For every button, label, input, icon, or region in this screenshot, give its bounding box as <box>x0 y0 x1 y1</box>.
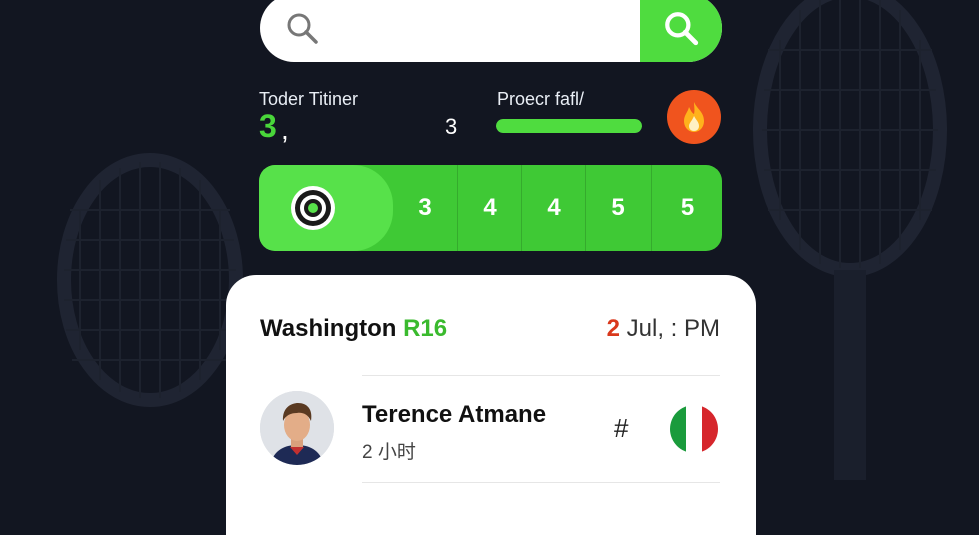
match-title: Washington R16 <box>260 315 447 343</box>
search-button[interactable] <box>640 0 722 62</box>
current-level-tab[interactable] <box>259 165 393 251</box>
stat-value-mid: 3 <box>445 114 458 139</box>
level-item[interactable]: 3 <box>393 165 457 251</box>
player-avatar-image <box>260 391 334 465</box>
player-seed: # <box>614 413 629 443</box>
level-selector: 3 4 4 5 5 <box>259 165 722 251</box>
stat-comma: , <box>281 114 289 145</box>
match-location: Washington <box>260 315 397 342</box>
search-icon <box>665 12 699 46</box>
level-item[interactable]: 4 <box>457 165 522 251</box>
level-item[interactable]: 5 <box>651 165 722 251</box>
avatar[interactable] <box>260 391 334 465</box>
match-card[interactable]: Washington R16 2 Jul, : PM Terence Atman… <box>226 275 756 535</box>
flame-icon <box>684 102 704 132</box>
player-subtitle: 2 小时 <box>362 442 416 463</box>
italy-flag-icon <box>670 405 718 453</box>
match-round: R16 <box>403 315 448 342</box>
progress-fill <box>496 119 642 133</box>
search-bar <box>260 0 722 62</box>
match-time: 2 Jul, : PM <box>607 315 720 343</box>
search-icon <box>287 13 318 44</box>
racket-background-right <box>753 0 947 480</box>
level-item[interactable]: 5 <box>585 165 650 251</box>
target-icon <box>291 186 335 230</box>
player-name: Terence Atmane <box>362 401 547 428</box>
stat-value-big: 3 <box>259 108 277 144</box>
flame-button[interactable] <box>667 90 721 144</box>
match-time-number: 2 <box>606 315 620 342</box>
divider <box>362 482 720 483</box>
stat-label-right: Proecr fafl/ <box>497 89 585 109</box>
match-time-text: Jul, : PM <box>626 315 720 342</box>
progress-bar <box>496 119 642 133</box>
divider <box>362 375 720 376</box>
level-item[interactable]: 4 <box>521 165 586 251</box>
stat-label-left: Toder Titiner <box>259 89 359 109</box>
search-input[interactable] <box>338 6 642 52</box>
